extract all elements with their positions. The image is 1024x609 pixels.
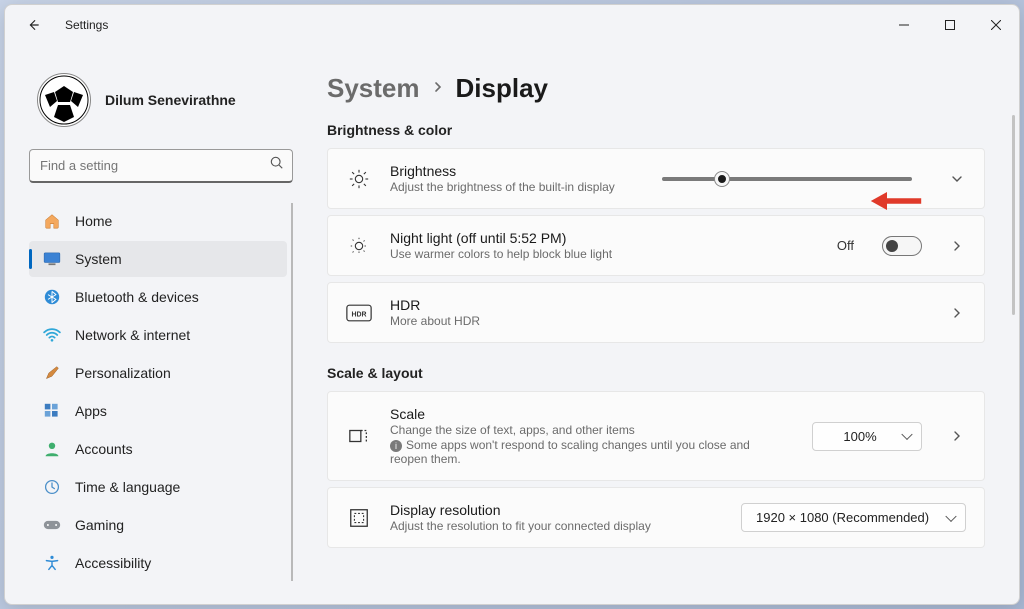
sidebar-item-label: Apps: [75, 403, 107, 419]
sidebar-item-gaming[interactable]: Gaming: [29, 507, 287, 543]
wifi-icon: [43, 326, 61, 344]
sidebar-item-network[interactable]: Network & internet: [29, 317, 287, 353]
card-subtitle: More about HDR: [390, 314, 480, 328]
hdr-icon: HDR: [346, 304, 372, 322]
night-light-toggle[interactable]: [882, 236, 922, 256]
breadcrumb: System Display: [327, 73, 985, 104]
minimize-button[interactable]: [881, 9, 927, 41]
gamepad-icon: [43, 516, 61, 534]
sidebar-item-label: Accounts: [75, 441, 133, 457]
close-button[interactable]: [973, 9, 1019, 41]
scrollbar[interactable]: [1012, 115, 1015, 315]
search-icon: [270, 156, 284, 175]
sidebar-item-accessibility[interactable]: Accessibility: [29, 545, 287, 581]
sidebar-item-time[interactable]: Time & language: [29, 469, 287, 505]
minimize-icon: [899, 20, 909, 30]
sidebar-item-label: Gaming: [75, 517, 124, 533]
toggle-state-label: Off: [837, 238, 854, 253]
sun-icon: [346, 168, 372, 190]
card-title: HDR: [390, 297, 480, 313]
brush-icon: [43, 364, 61, 382]
card-title: Scale: [390, 406, 770, 422]
maximize-button[interactable]: [927, 9, 973, 41]
card-subtitle: Adjust the brightness of the built-in di…: [390, 180, 615, 194]
content-area: System Display Brightness & color Bright…: [309, 45, 1019, 604]
night-light-icon: [346, 235, 372, 257]
sidebar-item-home[interactable]: Home: [29, 203, 287, 239]
sidebar-item-label: Bluetooth & devices: [75, 289, 199, 305]
sidebar-item-label: Network & internet: [75, 327, 190, 343]
scale-icon: [346, 425, 372, 447]
section-brightness-color: Brightness & color: [327, 122, 985, 138]
card-subtitle: Change the size of text, apps, and other…: [390, 423, 770, 437]
search-input[interactable]: [40, 158, 258, 173]
settings-window: Settings Dilum Senevirathne Home System …: [4, 4, 1020, 605]
home-icon: [43, 212, 61, 230]
bluetooth-icon: [43, 288, 61, 306]
breadcrumb-current: Display: [456, 73, 549, 104]
clock-icon: [43, 478, 61, 496]
card-night-light[interactable]: Night light (off until 5:52 PM) Use warm…: [327, 215, 985, 276]
avatar: [37, 73, 91, 127]
sidebar-item-accounts[interactable]: Accounts: [29, 431, 287, 467]
sidebar-item-label: Accessibility: [75, 555, 151, 571]
chevron-right-icon: [432, 80, 444, 98]
chevron-right-icon[interactable]: [948, 430, 966, 442]
nav-list: Home System Bluetooth & devices Network …: [29, 203, 293, 581]
section-scale-layout: Scale & layout: [327, 365, 985, 381]
close-icon: [991, 20, 1001, 30]
window-title: Settings: [65, 18, 108, 32]
chevron-down-icon[interactable]: [948, 173, 966, 185]
sidebar: Dilum Senevirathne Home System Bluetooth…: [5, 45, 309, 604]
breadcrumb-parent[interactable]: System: [327, 73, 420, 104]
accessibility-icon: [43, 554, 61, 572]
card-warning: iSome apps won't respond to scaling chan…: [390, 438, 770, 466]
sidebar-item-personalization[interactable]: Personalization: [29, 355, 287, 391]
scale-dropdown[interactable]: 100%: [812, 422, 922, 451]
apps-icon: [43, 402, 61, 420]
sidebar-item-label: Home: [75, 213, 112, 229]
sidebar-item-label: Personalization: [75, 365, 171, 381]
sidebar-item-label: System: [75, 251, 122, 267]
card-subtitle: Use warmer colors to help block blue lig…: [390, 247, 612, 261]
titlebar: Settings: [5, 5, 1019, 45]
card-subtitle: Adjust the resolution to fit your connec…: [390, 519, 651, 533]
card-title: Display resolution: [390, 502, 651, 518]
card-title: Night light (off until 5:52 PM): [390, 230, 612, 246]
card-title: Brightness: [390, 163, 615, 179]
resolution-icon: [346, 507, 372, 529]
chevron-right-icon[interactable]: [948, 307, 966, 319]
person-icon: [43, 440, 61, 458]
card-resolution[interactable]: Display resolution Adjust the resolution…: [327, 487, 985, 548]
profile-name: Dilum Senevirathne: [105, 92, 236, 108]
search-box[interactable]: [29, 149, 293, 183]
card-hdr[interactable]: HDR HDR More about HDR: [327, 282, 985, 343]
sidebar-item-apps[interactable]: Apps: [29, 393, 287, 429]
soccer-ball-icon: [39, 75, 89, 125]
resolution-dropdown[interactable]: 1920 × 1080 (Recommended): [741, 503, 966, 532]
system-icon: [43, 250, 61, 268]
arrow-left-icon: [26, 18, 40, 32]
sidebar-item-system[interactable]: System: [29, 241, 287, 277]
sidebar-item-label: Time & language: [75, 479, 180, 495]
sidebar-item-bluetooth[interactable]: Bluetooth & devices: [29, 279, 287, 315]
back-button[interactable]: [19, 11, 47, 39]
card-scale[interactable]: Scale Change the size of text, apps, and…: [327, 391, 985, 481]
brightness-slider[interactable]: [662, 177, 912, 181]
chevron-right-icon[interactable]: [948, 240, 966, 252]
info-icon: i: [390, 440, 402, 452]
profile[interactable]: Dilum Senevirathne: [37, 73, 293, 127]
svg-text:HDR: HDR: [352, 311, 367, 318]
card-brightness[interactable]: Brightness Adjust the brightness of the …: [327, 148, 985, 209]
maximize-icon: [945, 20, 955, 30]
